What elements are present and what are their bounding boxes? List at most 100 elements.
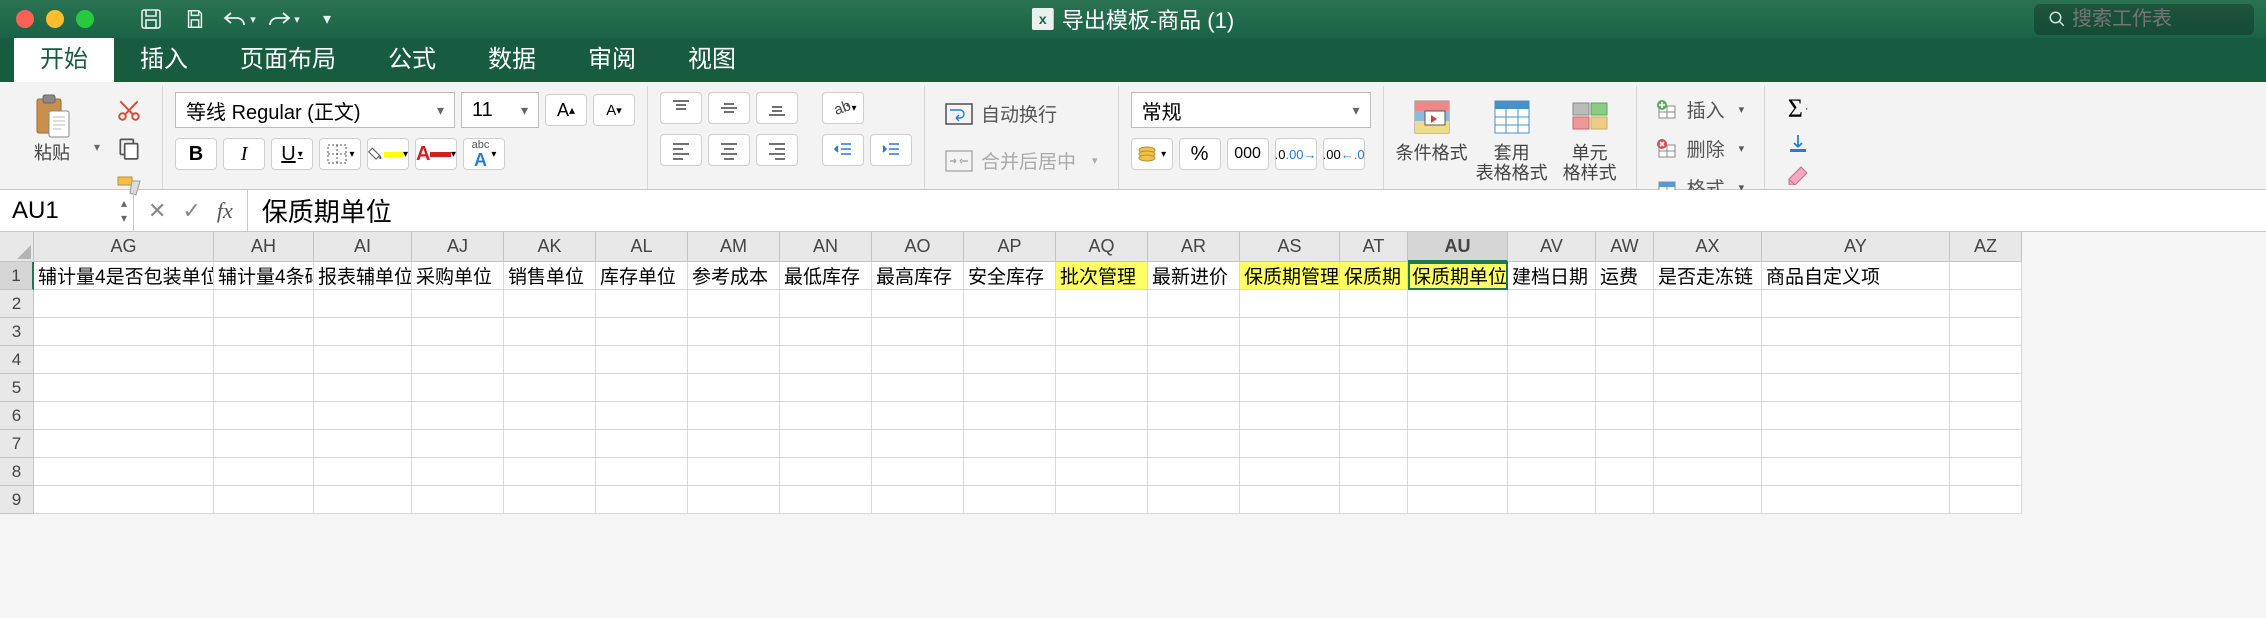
cell-AI1[interactable]: 报表辅单位 <box>314 262 412 290</box>
cell-AJ4[interactable] <box>412 346 504 374</box>
column-header-AW[interactable]: AW <box>1596 232 1654 262</box>
column-header-AN[interactable]: AN <box>780 232 872 262</box>
cell-AQ1[interactable]: 批次管理 <box>1056 262 1148 290</box>
clear-button[interactable] <box>1777 162 1819 188</box>
column-header-AM[interactable]: AM <box>688 232 780 262</box>
cell-AK3[interactable] <box>504 318 596 346</box>
decrease-font-button[interactable]: A▾ <box>593 94 635 126</box>
row-header-7[interactable]: 7 <box>0 430 34 458</box>
cell-AS4[interactable] <box>1240 346 1340 374</box>
column-header-AK[interactable]: AK <box>504 232 596 262</box>
cell-AR9[interactable] <box>1148 486 1240 514</box>
cell-AP3[interactable] <box>964 318 1056 346</box>
cell-AY9[interactable] <box>1762 486 1950 514</box>
cell-styles-button[interactable]: 单元 格样式 <box>1556 92 1624 184</box>
cell-AY5[interactable] <box>1762 374 1950 402</box>
cell-AJ5[interactable] <box>412 374 504 402</box>
font-name-combo[interactable]: 等线 Regular (正文)▾ <box>175 92 455 128</box>
cell-AI9[interactable] <box>314 486 412 514</box>
cell-AR3[interactable] <box>1148 318 1240 346</box>
cell-AM3[interactable] <box>688 318 780 346</box>
cell-AX5[interactable] <box>1654 374 1762 402</box>
column-header-AO[interactable]: AO <box>872 232 964 262</box>
cell-AQ2[interactable] <box>1056 290 1148 318</box>
insert-function-button[interactable]: fx <box>217 198 233 224</box>
cell-AS9[interactable] <box>1240 486 1340 514</box>
cell-AU3[interactable] <box>1408 318 1508 346</box>
select-all-corner[interactable] <box>0 232 34 262</box>
cell-AX3[interactable] <box>1654 318 1762 346</box>
cell-AK4[interactable] <box>504 346 596 374</box>
cell-AJ9[interactable] <box>412 486 504 514</box>
cell-AT2[interactable] <box>1340 290 1408 318</box>
cell-AH6[interactable] <box>214 402 314 430</box>
cell-AM4[interactable] <box>688 346 780 374</box>
cell-AQ8[interactable] <box>1056 458 1148 486</box>
formula-input[interactable] <box>248 190 2266 231</box>
cell-AI8[interactable] <box>314 458 412 486</box>
cell-AQ4[interactable] <box>1056 346 1148 374</box>
column-header-AL[interactable]: AL <box>596 232 688 262</box>
zoom-window-button[interactable] <box>76 10 94 28</box>
row-header-2[interactable]: 2 <box>0 290 34 318</box>
cell-AT7[interactable] <box>1340 430 1408 458</box>
align-center-button[interactable] <box>708 134 750 166</box>
cell-AH8[interactable] <box>214 458 314 486</box>
cell-AS1[interactable]: 保质期管理 <box>1240 262 1340 290</box>
cell-AO7[interactable] <box>872 430 964 458</box>
cut-button[interactable] <box>108 94 150 126</box>
increase-font-button[interactable]: A▴ <box>545 94 587 126</box>
cell-AV4[interactable] <box>1508 346 1596 374</box>
cell-AV1[interactable]: 建档日期 <box>1508 262 1596 290</box>
delete-cells-button[interactable]: 删除▾ <box>1649 131 1753 166</box>
copy-button[interactable] <box>108 132 150 164</box>
cell-AG1[interactable]: 辅计量4是否包装单位 <box>34 262 214 290</box>
cell-AT4[interactable] <box>1340 346 1408 374</box>
cell-AP6[interactable] <box>964 402 1056 430</box>
cell-AV6[interactable] <box>1508 402 1596 430</box>
cell-AK7[interactable] <box>504 430 596 458</box>
cell-AO6[interactable] <box>872 402 964 430</box>
row-header-1[interactable]: 1 <box>0 262 34 290</box>
font-size-combo[interactable]: 11▾ <box>461 92 539 128</box>
orientation-button[interactable]: ab▾ <box>822 92 864 124</box>
cell-AH4[interactable] <box>214 346 314 374</box>
cell-AL9[interactable] <box>596 486 688 514</box>
borders-button[interactable]: ▾ <box>319 138 361 170</box>
cell-AQ3[interactable] <box>1056 318 1148 346</box>
cell-AH9[interactable] <box>214 486 314 514</box>
cell-AL2[interactable] <box>596 290 688 318</box>
enter-formula-button[interactable]: ✓ <box>182 198 200 224</box>
save-icon[interactable] <box>178 6 212 32</box>
fill-color-button[interactable]: ▾ <box>367 138 409 170</box>
cell-AK1[interactable]: 销售单位 <box>504 262 596 290</box>
cell-AO5[interactable] <box>872 374 964 402</box>
cancel-formula-button[interactable]: ✕ <box>148 198 166 224</box>
underline-button[interactable]: U▾ <box>271 138 313 170</box>
cell-AZ5[interactable] <box>1950 374 2022 402</box>
cell-AO3[interactable] <box>872 318 964 346</box>
cell-AY4[interactable] <box>1762 346 1950 374</box>
cell-AJ2[interactable] <box>412 290 504 318</box>
cell-AO4[interactable] <box>872 346 964 374</box>
cell-AP9[interactable] <box>964 486 1056 514</box>
cell-AO2[interactable] <box>872 290 964 318</box>
customize-qat-icon[interactable]: ▾ <box>310 6 344 32</box>
row-header-3[interactable]: 3 <box>0 318 34 346</box>
column-header-AH[interactable]: AH <box>214 232 314 262</box>
cell-AN7[interactable] <box>780 430 872 458</box>
align-top-button[interactable] <box>660 92 702 124</box>
cell-AY2[interactable] <box>1762 290 1950 318</box>
cell-AQ6[interactable] <box>1056 402 1148 430</box>
italic-button[interactable]: I <box>223 138 265 170</box>
cell-AJ8[interactable] <box>412 458 504 486</box>
cell-AQ9[interactable] <box>1056 486 1148 514</box>
search-sheet[interactable] <box>2034 4 2254 35</box>
cell-AG9[interactable] <box>34 486 214 514</box>
cell-AU6[interactable] <box>1408 402 1508 430</box>
cell-AV3[interactable] <box>1508 318 1596 346</box>
column-header-AU[interactable]: AU <box>1408 232 1508 262</box>
cell-AN1[interactable]: 最低库存 <box>780 262 872 290</box>
column-header-AS[interactable]: AS <box>1240 232 1340 262</box>
cell-AM8[interactable] <box>688 458 780 486</box>
